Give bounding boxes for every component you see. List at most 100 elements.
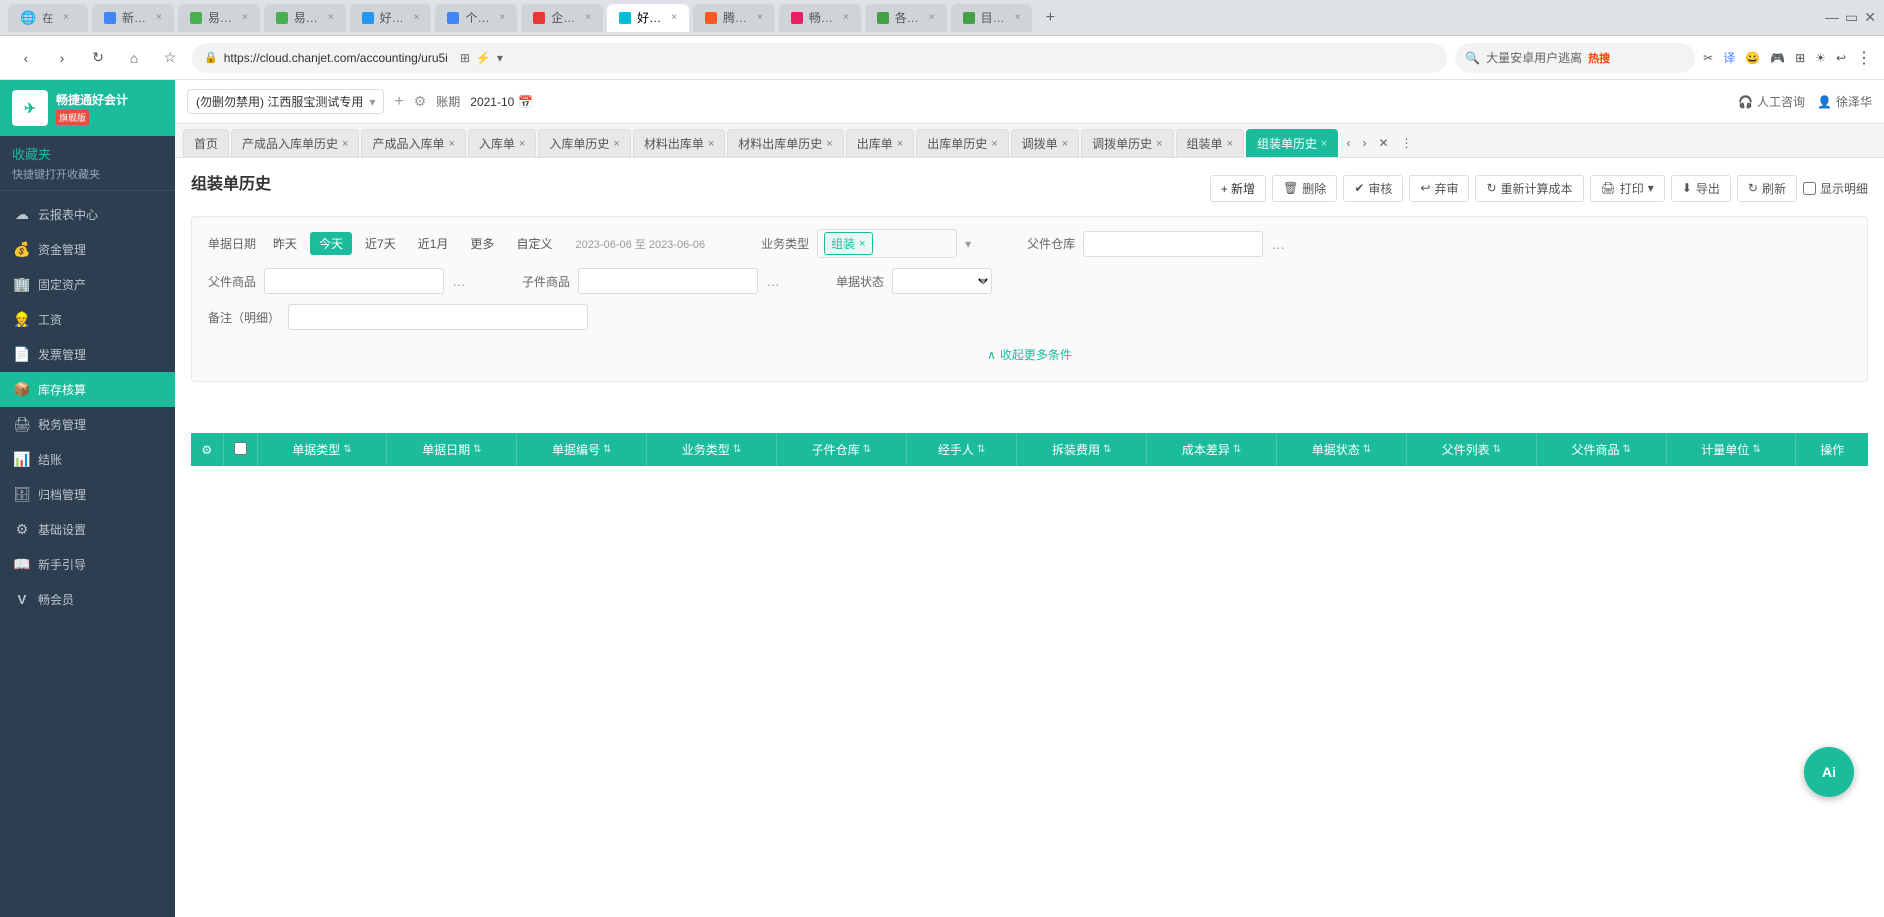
note-input[interactable]: [288, 304, 588, 330]
sidebar-item-member[interactable]: V 畅会员: [0, 582, 175, 617]
home-button[interactable]: ⌂: [120, 44, 148, 72]
tab-close-7[interactable]: ×: [671, 12, 677, 23]
close-tab-3[interactable]: ×: [519, 138, 525, 150]
tab-close-10[interactable]: ×: [929, 12, 935, 23]
nav-tab-material-out[interactable]: 材料出库单 ×: [633, 129, 725, 157]
delete-button[interactable]: 🗑 删除: [1272, 175, 1337, 202]
favorites-subtitle[interactable]: 快捷键打开收藏夹: [12, 166, 163, 182]
col-child-warehouse[interactable]: 子件仓库 ⇅: [776, 433, 906, 466]
address-dropdown[interactable]: ▾: [497, 51, 503, 65]
sidebar-item-cloud-reports[interactable]: ☁ 云报表中心: [0, 197, 175, 232]
pill-yesterday[interactable]: 昨天: [264, 232, 306, 255]
close-tab-8[interactable]: ×: [991, 138, 997, 150]
nav-close-all[interactable]: ✕: [1372, 129, 1394, 157]
print-button[interactable]: 🖨 打印 ▾: [1590, 175, 1665, 202]
boost-icon[interactable]: ⚡: [476, 51, 491, 65]
sidebar-item-settings[interactable]: ⚙ 基础设置: [0, 512, 175, 547]
col-settings[interactable]: ⚙: [191, 433, 223, 466]
pill-custom[interactable]: 自定义: [507, 232, 561, 255]
company-selector[interactable]: (勿删勿禁用) 江西服宝测试专用 ▾: [187, 89, 384, 114]
sidebar-item-fixed-assets[interactable]: 🏢 固定资产: [0, 267, 175, 302]
user-button[interactable]: 👤 徐泽华: [1817, 93, 1872, 110]
tab-5[interactable]: 个… ×: [435, 4, 517, 32]
tab-1[interactable]: 新… ×: [92, 4, 174, 32]
tab-close-8[interactable]: ×: [757, 12, 763, 23]
tab-2[interactable]: 易… ×: [178, 4, 260, 32]
close-button[interactable]: ✕: [1864, 9, 1876, 26]
back-button[interactable]: ‹: [12, 44, 40, 72]
address-bar[interactable]: 🔒 https://cloud.chanjet.com/accounting/u…: [192, 43, 1447, 73]
nav-menu-arrow[interactable]: ⋮: [1395, 129, 1419, 157]
tab-close-6[interactable]: ×: [585, 12, 591, 23]
new-button[interactable]: + 新增: [1210, 175, 1266, 202]
calendar-icon[interactable]: 📅: [518, 95, 533, 109]
refresh-button[interactable]: ↻ 刷新: [1737, 175, 1797, 202]
audit-button[interactable]: ✔ 审核: [1343, 175, 1403, 202]
nav-tab-inbound-history[interactable]: 入库单历史 ×: [538, 129, 630, 157]
parent-goods-ellipsis[interactable]: …: [452, 273, 466, 289]
grid-icon[interactable]: ⊞: [1795, 51, 1805, 65]
sidebar-item-guide[interactable]: 📖 新手引导: [0, 547, 175, 582]
tab-3[interactable]: 易… ×: [264, 4, 346, 32]
close-tab-5[interactable]: ×: [708, 138, 714, 150]
sidebar-item-settle[interactable]: 📊 结账: [0, 442, 175, 477]
pill-today[interactable]: 今天: [310, 232, 352, 255]
minimize-button[interactable]: —: [1825, 9, 1839, 26]
parent-goods-input[interactable]: [264, 268, 444, 294]
favorites-title[interactable]: 收藏夹: [12, 144, 163, 163]
sun-icon[interactable]: ☀: [1815, 51, 1826, 65]
game-icon[interactable]: 🎮: [1770, 51, 1785, 65]
nav-prev-arrow[interactable]: ‹: [1340, 129, 1356, 157]
tab-7[interactable]: 好… ×: [607, 4, 689, 32]
pill-1month[interactable]: 近1月: [409, 232, 458, 255]
tab-close-3[interactable]: ×: [328, 12, 334, 23]
sidebar-item-salary[interactable]: 👷 工资: [0, 302, 175, 337]
biz-type-dropdown[interactable]: ▾: [965, 237, 971, 251]
tab-close-5[interactable]: ×: [499, 12, 505, 23]
ai-bubble[interactable]: Ai: [1804, 747, 1854, 797]
child-goods-ellipsis[interactable]: …: [766, 273, 780, 289]
close-tab-7[interactable]: ×: [897, 138, 903, 150]
close-tab-2[interactable]: ×: [448, 138, 454, 150]
tab-9[interactable]: 畅… ×: [779, 4, 861, 32]
close-tab-11[interactable]: ×: [1227, 138, 1233, 150]
qr-icon[interactable]: ⊞: [460, 51, 470, 65]
nav-tab-assembly-product-history[interactable]: 产成品入库单历史 ×: [231, 129, 359, 157]
close-tab-12[interactable]: ×: [1321, 138, 1327, 150]
menu-icon[interactable]: ⋮: [1856, 48, 1872, 68]
col-parent-goods[interactable]: 父件商品 ⇅: [1536, 433, 1666, 466]
nav-tab-transfer[interactable]: 调拨单 ×: [1011, 129, 1079, 157]
nav-tab-assembly-product[interactable]: 产成品入库单 ×: [361, 129, 465, 157]
close-tab-10[interactable]: ×: [1156, 138, 1162, 150]
tab-8[interactable]: 腾… ×: [693, 4, 775, 32]
tab-close-9[interactable]: ×: [843, 12, 849, 23]
nav-tab-material-out-history[interactable]: 材料出库单历史 ×: [727, 129, 843, 157]
col-bill-type[interactable]: 单据类型 ⇅: [257, 433, 387, 466]
close-tab-6[interactable]: ×: [826, 138, 832, 150]
maximize-button[interactable]: ▭: [1845, 9, 1858, 26]
undo-icon[interactable]: ↩: [1836, 51, 1846, 65]
translate-icon[interactable]: 译: [1723, 49, 1735, 66]
child-goods-input[interactable]: [578, 268, 758, 294]
sidebar-item-invoice[interactable]: 📄 发票管理: [0, 337, 175, 372]
nav-tab-assembly[interactable]: 组装单 ×: [1176, 129, 1244, 157]
close-tab-1[interactable]: ×: [342, 138, 348, 150]
reload-button[interactable]: ↻: [84, 44, 112, 72]
tab-4[interactable]: 好… ×: [350, 4, 432, 32]
add-company-icon[interactable]: +: [394, 93, 403, 111]
col-bill-status[interactable]: 单据状态 ⇅: [1277, 433, 1407, 466]
sidebar-item-fund[interactable]: 💰 资金管理: [0, 232, 175, 267]
forward-button[interactable]: ›: [48, 44, 76, 72]
new-tab-button[interactable]: +: [1036, 4, 1064, 32]
col-unit[interactable]: 计量单位 ⇅: [1666, 433, 1796, 466]
close-tab-4[interactable]: ×: [613, 138, 619, 150]
col-biz-type[interactable]: 业务类型 ⇅: [647, 433, 777, 466]
order-status-dropdown[interactable]: ▾: [980, 274, 986, 288]
nav-tab-transfer-history[interactable]: 调拨单历史 ×: [1081, 129, 1173, 157]
show-detail-checkbox-label[interactable]: 显示明细: [1803, 180, 1868, 197]
nav-tab-inbound[interactable]: 入库单 ×: [468, 129, 536, 157]
nav-tab-assembly-history[interactable]: 组装单历史 ×: [1246, 129, 1338, 157]
sidebar-item-inventory[interactable]: 📦 库存核算: [0, 372, 175, 407]
tab-close-1[interactable]: ×: [156, 12, 162, 23]
star-button[interactable]: ☆: [156, 44, 184, 72]
